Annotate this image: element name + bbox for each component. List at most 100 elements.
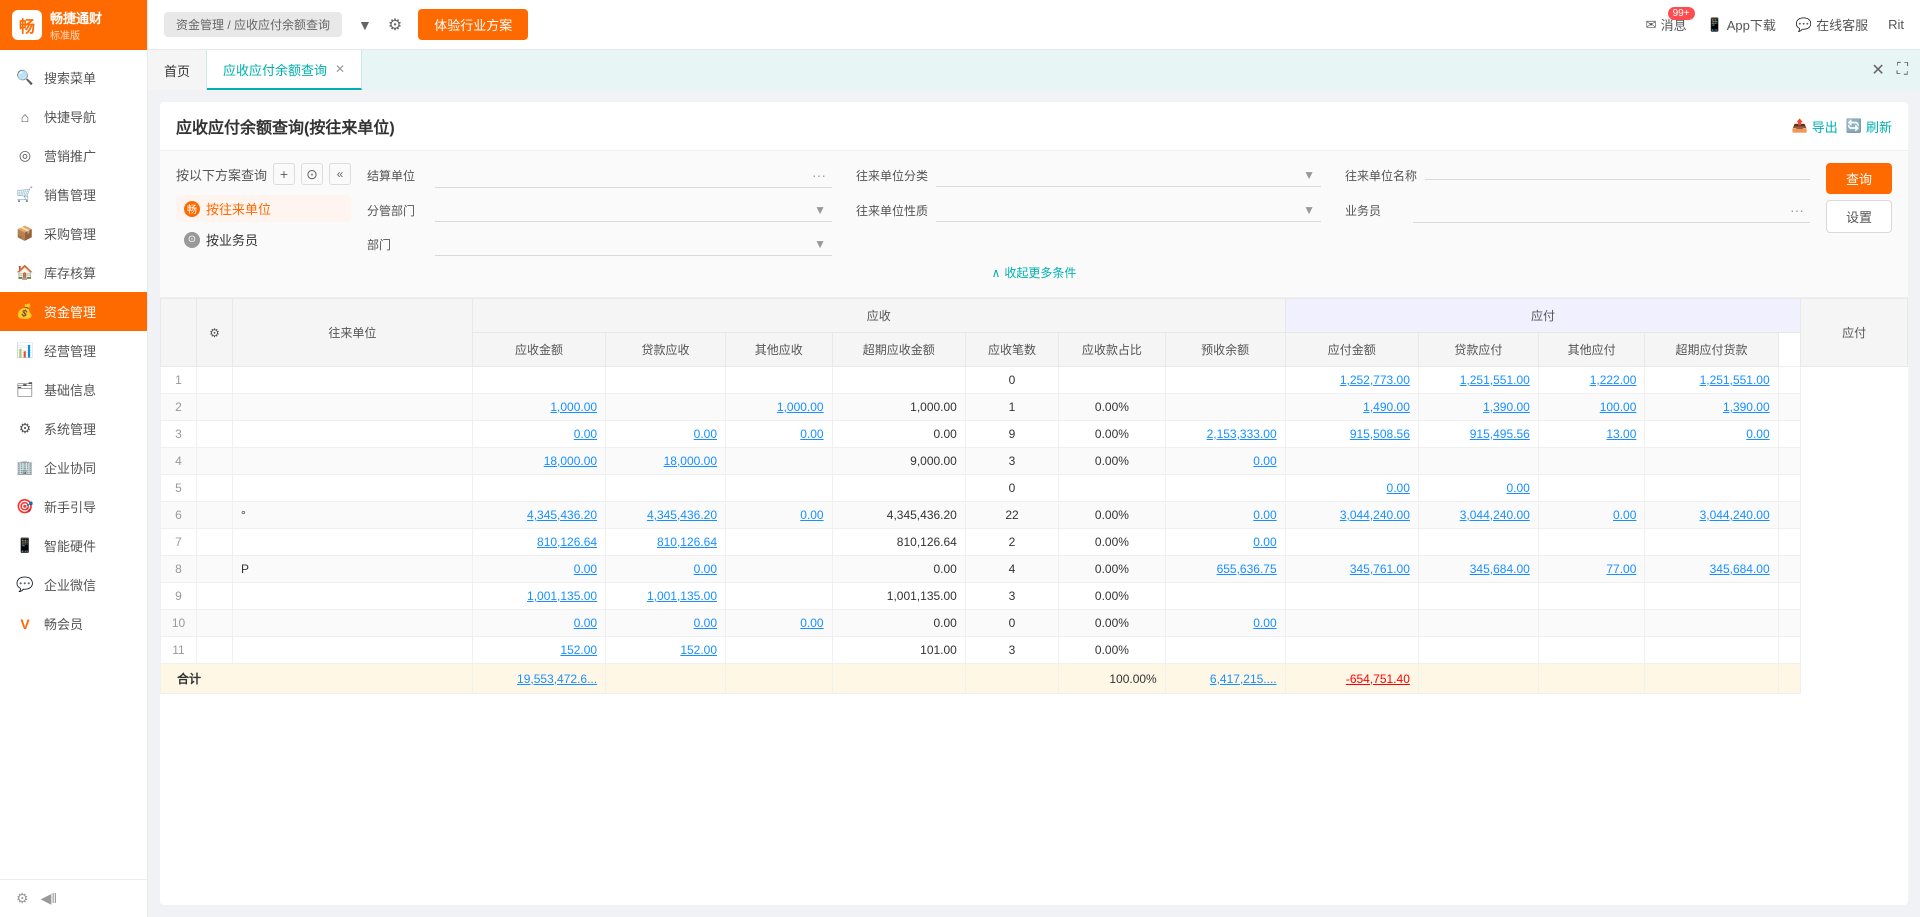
row-overdue-rec: 810,126.64 (832, 529, 965, 556)
row-gear[interactable] (197, 367, 233, 394)
col-loan-pay[interactable]: 贷款应付 (1418, 333, 1538, 367)
sidebar-settings-btn[interactable]: ⚙ (16, 890, 29, 907)
sidebar-item-basic-info[interactable]: 🗂 基础信息 (0, 370, 147, 409)
col-other-rec[interactable]: 其他应收 (726, 333, 833, 367)
message-btn[interactable]: ✉ 消息 99+ (1646, 15, 1687, 34)
tabbar-right: ✕ ⛶ (1859, 50, 1920, 90)
row-gear[interactable] (197, 421, 233, 448)
enterprise-icon: 🏢 (16, 459, 34, 477)
col-gear[interactable]: ⚙ (197, 299, 233, 367)
app-download-btn[interactable]: 📱 App下载 (1707, 15, 1776, 34)
trial-btn[interactable]: 体验行业方案 (418, 9, 528, 40)
salesperson-input[interactable]: ··· (1413, 198, 1810, 223)
row-gear[interactable] (197, 583, 233, 610)
partner-name-input[interactable] (1425, 171, 1810, 180)
filter-label: 按以下方案查询 (176, 165, 267, 184)
col-pay-amount[interactable]: 应付金额 (1285, 333, 1418, 367)
col-overdue-rec[interactable]: 超期应收金额 (832, 333, 965, 367)
row-pay-remain (1778, 556, 1801, 583)
user-menu[interactable]: Rit (1888, 17, 1904, 32)
row-prepaid: 0.00 (1165, 502, 1285, 529)
online-service-btn[interactable]: 💬 在线客服 (1796, 15, 1868, 34)
sidebar-item-sales[interactable]: 🛒 销售管理 (0, 175, 147, 214)
header-gear-icon[interactable]: ⚙ (388, 15, 402, 35)
total-overdue-pay (1645, 664, 1778, 694)
col-rec-amount[interactable]: 应收金额 (472, 333, 605, 367)
collapse-more-btn[interactable]: ∧ 收起更多条件 (176, 260, 1892, 285)
row-partner: ° (233, 502, 473, 529)
col-overdue-pay[interactable]: 超期应付货款 (1645, 333, 1778, 367)
row-pay-amount (1285, 637, 1418, 664)
filter-add-btn[interactable]: + (273, 163, 295, 185)
sidebar-item-purchase[interactable]: 📦 采购管理 (0, 214, 147, 253)
setting-btn[interactable]: 设置 (1826, 200, 1892, 233)
sidebar-item-operations[interactable]: 📊 经营管理 (0, 331, 147, 370)
sidebar-item-smart-hw[interactable]: 📱 智能硬件 (0, 526, 147, 565)
row-gear[interactable] (197, 394, 233, 421)
filter-setting-btn[interactable]: ⊙ (301, 163, 323, 185)
row-other-rec (726, 529, 833, 556)
col-payable-remain: 应付 (1801, 299, 1908, 367)
total-loan-pay (1418, 664, 1538, 694)
filter-collapse-btn[interactable]: « (329, 163, 351, 185)
sidebar-item-label: 基础信息 (44, 380, 96, 399)
sidebar-item-quick-nav[interactable]: ⌂ 快捷导航 (0, 97, 147, 136)
partner-name-label: 往来单位名称 (1345, 167, 1417, 184)
sidebar-item-enterprise-wx[interactable]: 💬 企业微信 (0, 565, 147, 604)
row-gear[interactable] (197, 610, 233, 637)
col-loan-rec[interactable]: 贷款应收 (606, 333, 726, 367)
row-gear[interactable] (197, 529, 233, 556)
sidebar-item-finance[interactable]: 💰 资金管理 (0, 292, 147, 331)
dept-label: 分管部门 (367, 202, 427, 219)
row-gear[interactable] (197, 502, 233, 529)
col-prepaid[interactable]: 预收余额 (1165, 333, 1285, 367)
row-pay-amount (1285, 448, 1418, 475)
row-gear[interactable] (197, 448, 233, 475)
total-other-pay (1538, 664, 1645, 694)
col-rec-count[interactable]: 应收笔数 (965, 333, 1058, 367)
partner-nature-input[interactable]: ▼ (936, 199, 1321, 222)
row-other-pay (1538, 610, 1645, 637)
tab-close-btn[interactable]: ✕ (1871, 60, 1884, 80)
col-rec-ratio[interactable]: 应收款占比 (1059, 333, 1166, 367)
sidebar-collapse-btn[interactable]: ◀‖ (41, 890, 58, 907)
scheme-partner-icon: 畅 (184, 201, 200, 217)
row-other-pay (1538, 583, 1645, 610)
row-partner: P (233, 556, 473, 583)
export-btn[interactable]: 📤 导出 (1792, 117, 1838, 136)
service-label: 在线客服 (1816, 15, 1868, 34)
row-rec-amount: 152.00 (472, 637, 605, 664)
row-overdue-pay (1645, 529, 1778, 556)
dept2-input[interactable]: ▼ (435, 233, 832, 256)
sidebar-item-sys-mgmt[interactable]: ⚙ 系统管理 (0, 409, 147, 448)
refresh-btn[interactable]: 🔄 刷新 (1846, 117, 1892, 136)
dept-input[interactable]: ▼ (435, 199, 832, 222)
row-gear[interactable] (197, 556, 233, 583)
scheme-by-partner[interactable]: 畅 按往来单位 (176, 195, 351, 222)
sidebar-item-vip[interactable]: V 畅会员 (0, 604, 147, 643)
table-row: 100.000.000.000.0000.00%0.00 (161, 610, 1908, 637)
tab-close-icon[interactable]: ✕ (335, 62, 345, 76)
scheme-by-staff[interactable]: ⊙ 按业务员 (176, 226, 351, 253)
row-rec-amount: 0.00 (472, 610, 605, 637)
sidebar-item-new-guide[interactable]: 🎯 新手引导 (0, 487, 147, 526)
sidebar-item-enterprise[interactable]: 🏢 企业协同 (0, 448, 147, 487)
row-other-pay: 0.00 (1538, 502, 1645, 529)
row-pay-amount: 915,508.56 (1285, 421, 1418, 448)
tab-ar-ap[interactable]: 应收应付余额查询 ✕ (207, 50, 362, 90)
sidebar-item-marketing[interactable]: ◎ 营销推广 (0, 136, 147, 175)
row-gear[interactable] (197, 637, 233, 664)
header-dropdown-btn[interactable]: ▼ (358, 17, 372, 33)
row-gear[interactable] (197, 475, 233, 502)
sys-mgmt-icon: ⚙ (16, 420, 34, 438)
settlement-input[interactable]: ··· (435, 163, 832, 188)
col-other-pay[interactable]: 其他应付 (1538, 333, 1645, 367)
partner-cat-input[interactable]: ▼ (936, 164, 1321, 187)
table-row: 11152.00152.00101.0030.00% (161, 637, 1908, 664)
sidebar-item-inventory[interactable]: 🏠 库存核算 (0, 253, 147, 292)
tab-expand-btn[interactable]: ⛶ (1897, 61, 1908, 79)
tab-home[interactable]: 首页 (148, 50, 207, 90)
sidebar-item-search-menu[interactable]: 🔍 搜索菜单 (0, 58, 147, 97)
query-btn[interactable]: 查询 (1826, 163, 1892, 194)
partner-cat-arrow: ▼ (1303, 168, 1315, 182)
